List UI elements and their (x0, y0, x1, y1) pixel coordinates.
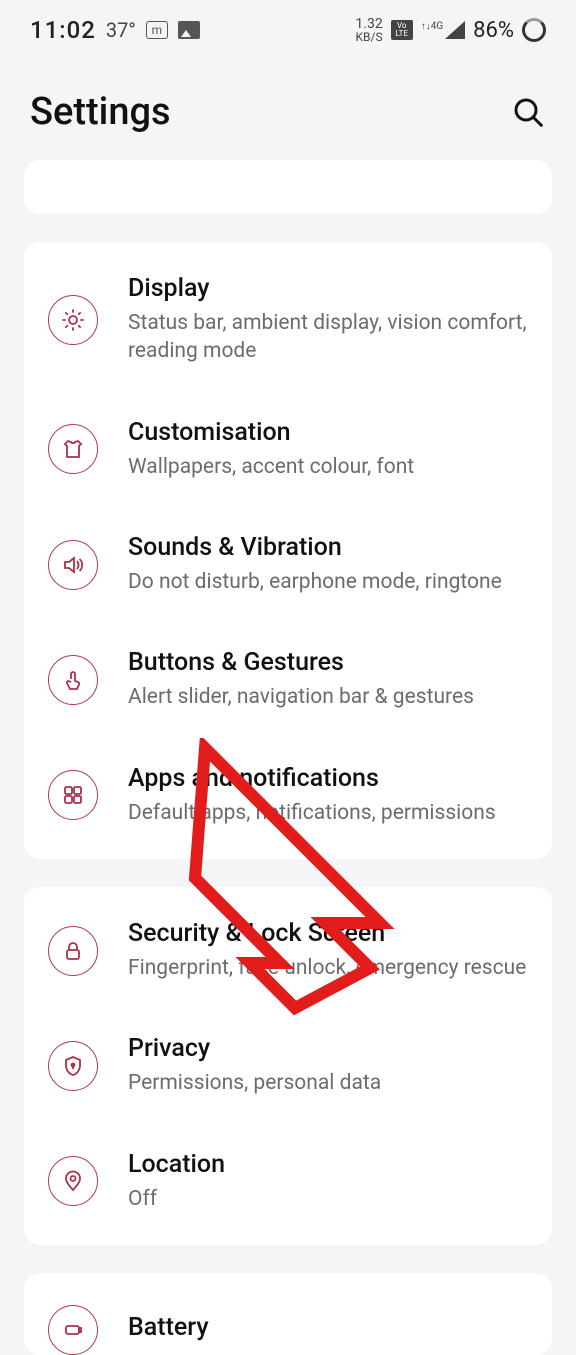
settings-item-apps[interactable]: Apps and notifications Default apps, not… (24, 738, 552, 853)
brightness-icon (48, 295, 98, 345)
settings-item-title: Buttons & Gestures (128, 648, 528, 677)
search-icon (512, 96, 544, 128)
volte-icon: VoLTE (391, 20, 413, 40)
page-header: Settings (0, 60, 576, 162)
grid-icon (48, 770, 98, 820)
battery-percentage: 86% (473, 18, 514, 43)
battery-ring-icon (522, 18, 546, 42)
settings-item-buttons[interactable]: Buttons & Gestures Alert slider, navigat… (24, 622, 552, 737)
settings-item-title: Location (128, 1150, 528, 1179)
sound-icon (48, 540, 98, 590)
settings-item-subtitle: Alert slider, navigation bar & gestures (128, 683, 528, 711)
status-temperature: 37° (106, 18, 136, 42)
settings-item-subtitle: Fingerprint, face unlock, emergency resc… (128, 954, 528, 982)
settings-group-1: Display Status bar, ambient display, vis… (24, 242, 552, 859)
settings-item-title: Display (128, 274, 528, 303)
settings-item-sounds[interactable]: Sounds & Vibration Do not disturb, earph… (24, 507, 552, 622)
settings-item-subtitle: Wallpapers, accent colour, font (128, 453, 528, 481)
data-speed-indicator: 1.32 KB/S (355, 17, 382, 43)
settings-item-customisation[interactable]: Customisation Wallpapers, accent colour,… (24, 392, 552, 507)
settings-item-subtitle: Status bar, ambient display, vision comf… (128, 309, 528, 366)
page-title: Settings (30, 90, 171, 134)
settings-item-title: Sounds & Vibration (128, 533, 528, 562)
touch-icon (48, 655, 98, 705)
lock-icon (48, 926, 98, 976)
settings-item-title: Battery (128, 1313, 528, 1342)
status-bar: 11:02 37° m 1.32 KB/S VoLTE ↑↓4G 86% (0, 0, 576, 60)
app-badge-icon: m (146, 21, 168, 39)
settings-item-subtitle: Permissions, personal data (128, 1069, 528, 1097)
pin-icon (48, 1156, 98, 1206)
gallery-icon (178, 21, 200, 39)
signal-icon: ↑↓4G (421, 21, 465, 39)
settings-item-battery[interactable]: Battery (24, 1279, 552, 1355)
settings-item-location[interactable]: Location Off (24, 1124, 552, 1239)
settings-item-subtitle: Default apps, notifications, permissions (128, 799, 528, 827)
settings-item-subtitle: Off (128, 1185, 528, 1213)
settings-group-2: Security & Lock Screen Fingerprint, face… (24, 887, 552, 1245)
settings-item-privacy[interactable]: Privacy Permissions, personal data (24, 1008, 552, 1123)
settings-item-subtitle: Do not disturb, earphone mode, ringtone (128, 568, 528, 596)
shield-icon (48, 1041, 98, 1091)
settings-item-title: Security & Lock Screen (128, 919, 528, 948)
settings-group-3: Battery (24, 1273, 552, 1355)
settings-item-security[interactable]: Security & Lock Screen Fingerprint, face… (24, 893, 552, 1008)
settings-item-title: Customisation (128, 418, 528, 447)
shirt-icon (48, 424, 98, 474)
settings-item-title: Privacy (128, 1034, 528, 1063)
search-button[interactable] (510, 94, 546, 130)
settings-item-title: Apps and notifications (128, 764, 528, 793)
settings-group-partial-top (24, 160, 552, 214)
status-clock: 11:02 (30, 16, 96, 44)
battery-icon (48, 1305, 98, 1355)
settings-item-display[interactable]: Display Status bar, ambient display, vis… (24, 248, 552, 392)
